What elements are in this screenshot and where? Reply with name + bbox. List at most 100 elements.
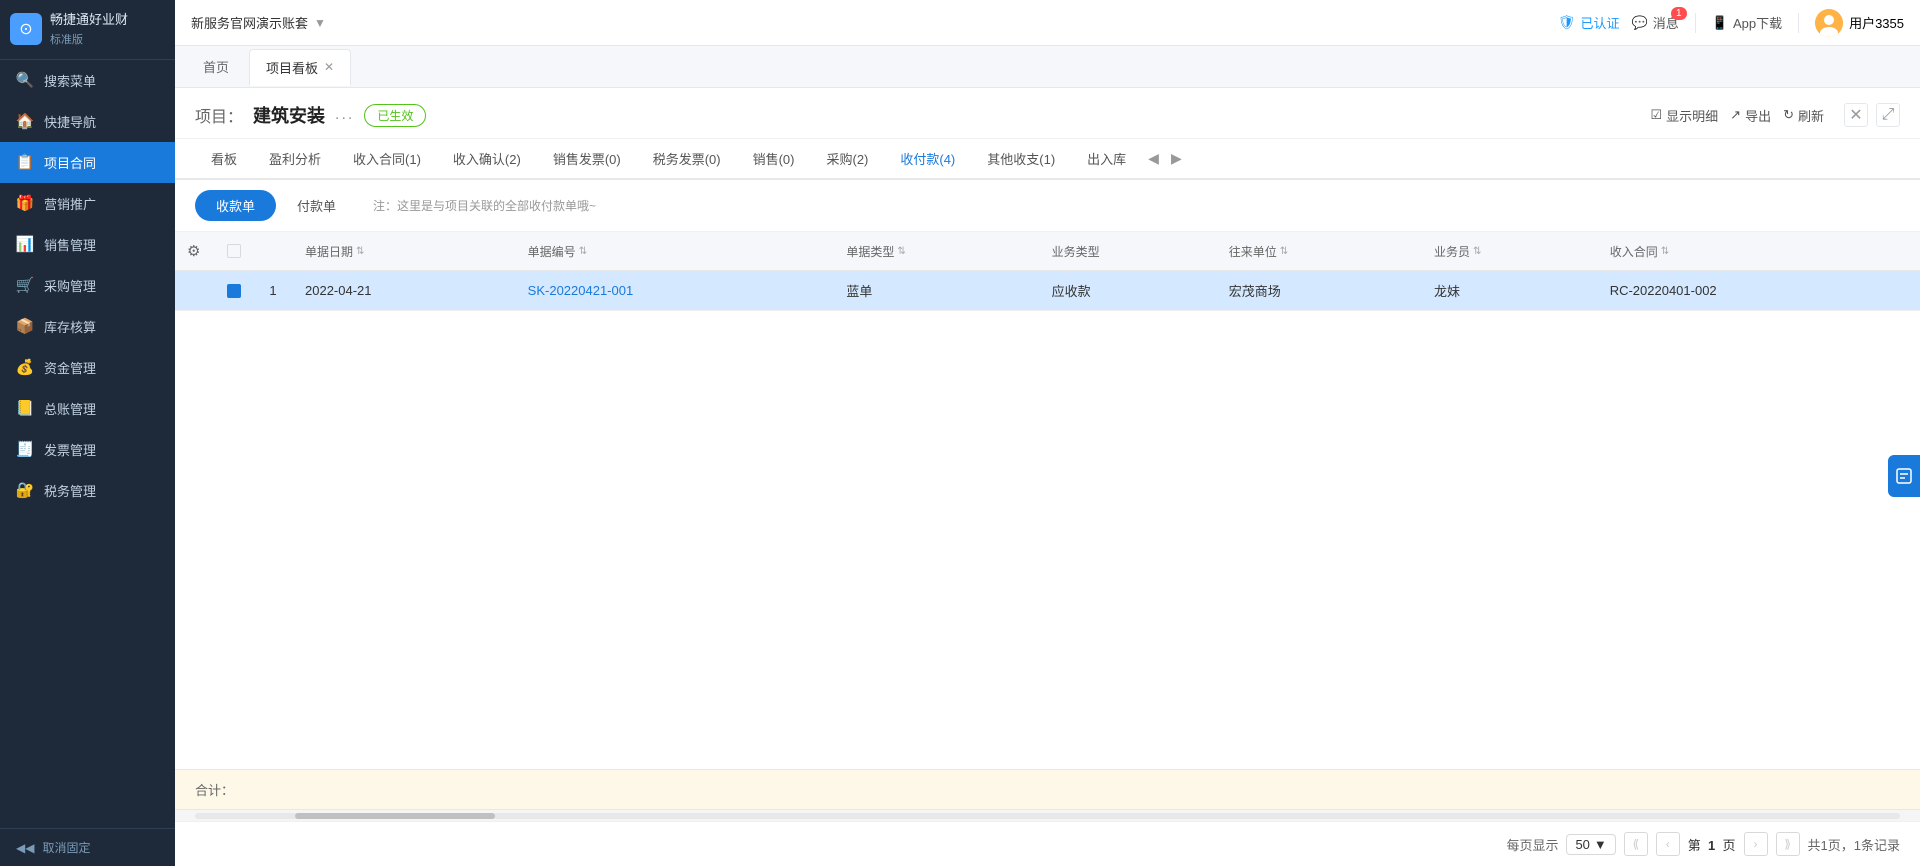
sidebar-item-invoice-mgmt[interactable]: 🧾 发票管理	[0, 429, 175, 470]
close-button[interactable]: ✕	[1844, 103, 1868, 127]
row-date-cell: 2022-04-21	[293, 271, 516, 311]
topbar-account: 新服务官网演示账套 ▼	[191, 13, 1546, 32]
nav-arrow-left[interactable]: ◀	[1142, 150, 1165, 167]
first-page-button[interactable]: ⟪	[1624, 832, 1648, 856]
avatar	[1815, 9, 1843, 37]
nav-tab-sales-invoice[interactable]: 销售发票(0)	[537, 139, 637, 180]
sidebar-item-capital-mgmt[interactable]: 💰 资金管理	[0, 347, 175, 388]
page-size-label: 每页显示	[1506, 835, 1558, 854]
column-settings-icon[interactable]: ⚙	[187, 243, 200, 260]
table-scrollbar	[175, 809, 1920, 821]
col-income-contract-header[interactable]: 收入合同 ⇅	[1598, 232, 1920, 271]
refresh-action[interactable]: ↻ 刷新	[1783, 106, 1824, 125]
account-dropdown-icon[interactable]: ▼	[314, 16, 326, 30]
nav-tab-income-confirm[interactable]: 收入确认(2)	[437, 139, 537, 180]
tax-icon: 🔐	[16, 481, 34, 499]
col-date-header[interactable]: 单据日期 ⇅	[293, 232, 516, 271]
page-content: 项目： 建筑安装 ... 已生效 ☑ 显示明细 ↗ 导出 ↻ 刷新	[175, 88, 1920, 866]
nav-tab-kanban[interactable]: 看板	[195, 139, 253, 180]
sidebar-item-label: 营销推广	[44, 194, 96, 213]
table-row[interactable]: 1 2022-04-21 SK-20220421-001 蓝单	[175, 271, 1920, 311]
sidebar-item-purchase-mgmt[interactable]: 🛒 采购管理	[0, 265, 175, 306]
show-detail-label: 显示明细	[1666, 106, 1718, 125]
show-detail-action[interactable]: ☑ 显示明细	[1650, 106, 1718, 125]
sales-icon: 📊	[16, 235, 34, 253]
topbar-divider-2	[1798, 13, 1799, 33]
col-index-header	[253, 232, 293, 271]
sub-tab-payment[interactable]: 付款单	[276, 190, 357, 221]
sidebar-item-label: 销售管理	[44, 235, 96, 254]
page-size-select[interactable]: 50 ▼	[1566, 834, 1615, 855]
last-page-button[interactable]: ⟫	[1776, 832, 1800, 856]
col-salesman-header[interactable]: 业务员 ⇅	[1422, 232, 1598, 271]
sort-icon: ⇅	[579, 246, 587, 257]
sort-icon: ⇅	[897, 246, 905, 257]
nav-tab-other-income[interactable]: 其他收支(1)	[971, 139, 1071, 180]
select-all-checkbox[interactable]	[227, 244, 241, 258]
capital-icon: 💰	[16, 358, 34, 376]
page-size-value: 50	[1575, 837, 1589, 852]
topbar: 新服务官网演示账套 ▼ 🛡 已认证 💬 消息 1 📱 App下载	[175, 0, 1920, 46]
topbar-divider	[1695, 13, 1696, 33]
row-salesman-cell: 龙妹	[1422, 271, 1598, 311]
sidebar-item-label: 资金管理	[44, 358, 96, 377]
next-page-button[interactable]: ›	[1744, 832, 1768, 856]
project-more-button[interactable]: ...	[335, 106, 354, 124]
col-number-header[interactable]: 单据编号 ⇅	[516, 232, 835, 271]
floating-action-button[interactable]	[1888, 455, 1920, 497]
nav-tab-sales[interactable]: 销售(0)	[737, 139, 811, 180]
nav-tab-tax-invoice[interactable]: 税务发票(0)	[637, 139, 737, 180]
sidebar-item-label: 项目合同	[44, 153, 96, 172]
search-icon: 🔍	[16, 71, 34, 89]
project-label: 项目：	[195, 103, 243, 127]
tab-project-board[interactable]: 项目看板 ✕	[249, 49, 351, 86]
tab-home[interactable]: 首页	[187, 49, 245, 84]
sidebar-item-tax-mgmt[interactable]: 🔐 税务管理	[0, 470, 175, 511]
sidebar-item-project-contract[interactable]: 📋 项目合同	[0, 142, 175, 183]
sidebar-item-inventory[interactable]: 📦 库存核算	[0, 306, 175, 347]
maximize-button[interactable]: ⤢	[1876, 103, 1900, 127]
sidebar-item-search[interactable]: 🔍 搜索菜单	[0, 60, 175, 101]
row-checkbox[interactable]	[227, 284, 241, 298]
nav-arrow-right[interactable]: ▶	[1165, 150, 1188, 167]
tab-project-board-label: 项目看板	[266, 58, 318, 77]
nav-tab-income-contract[interactable]: 收入合同(1)	[337, 139, 437, 180]
app-edition: 标准版	[50, 31, 128, 47]
checkbox-icon: ☑	[1650, 107, 1662, 123]
sub-tabs: 收款单 付款单 注：这里是与项目关联的全部收付款单哦~	[175, 180, 1920, 232]
tab-close-icon[interactable]: ✕	[324, 60, 334, 74]
export-icon: ↗	[1730, 107, 1741, 123]
sort-icon: ⇅	[1280, 246, 1288, 257]
row-income-contract-cell: RC-20220401-002	[1598, 271, 1920, 311]
sidebar-item-label: 税务管理	[44, 481, 96, 500]
topbar-user[interactable]: 用户3355	[1815, 9, 1904, 37]
sidebar-item-marketing[interactable]: 🎁 营销推广	[0, 183, 175, 224]
app-info: 畅捷通好业财 标准版	[50, 12, 128, 47]
nav-tab-purchase[interactable]: 采购(2)	[810, 139, 884, 180]
page-total-info: 共1页，1条记录	[1808, 835, 1900, 854]
sidebar-item-quick-nav[interactable]: 🏠 快捷导航	[0, 101, 175, 142]
sub-tab-receipt[interactable]: 收款单	[195, 190, 276, 221]
sidebar-item-sales-mgmt[interactable]: 📊 销售管理	[0, 224, 175, 265]
doc-number-link[interactable]: SK-20220421-001	[528, 283, 634, 298]
prev-page-button[interactable]: ‹	[1656, 832, 1680, 856]
gift-icon: 🎁	[16, 194, 34, 212]
pagination: 每页显示 50 ▼ ⟪ ‹ 第 1 页 › ⟫ 共1页，1条记录	[175, 821, 1920, 866]
scrollbar-thumb[interactable]	[295, 813, 495, 819]
message-button[interactable]: 💬 消息 1	[1632, 13, 1679, 32]
col-partner-header[interactable]: 往来单位 ⇅	[1217, 232, 1422, 271]
col-doctype-header[interactable]: 单据类型 ⇅	[834, 232, 1039, 271]
nav-tab-profit[interactable]: 盈利分析	[253, 139, 337, 180]
sidebar-footer-unpin[interactable]: ◀◀ 取消固定	[0, 828, 175, 866]
page-size-dropdown-icon: ▼	[1594, 837, 1607, 852]
sidebar-item-ledger-mgmt[interactable]: 📒 总账管理	[0, 388, 175, 429]
topbar-right: 💬 消息 1 📱 App下载 用户3355	[1632, 9, 1904, 37]
nav-tab-payment[interactable]: 收付款(4)	[884, 139, 971, 180]
sort-icon: ⇅	[1661, 246, 1669, 257]
export-action[interactable]: ↗ 导出	[1730, 106, 1771, 125]
row-index-cell: 1	[253, 271, 293, 311]
account-name: 新服务官网演示账套	[191, 13, 308, 32]
nav-tab-in-out[interactable]: 出入库	[1071, 139, 1142, 180]
col-settings-header: ⚙	[175, 232, 215, 271]
app-download-button[interactable]: 📱 App下载	[1712, 13, 1782, 32]
